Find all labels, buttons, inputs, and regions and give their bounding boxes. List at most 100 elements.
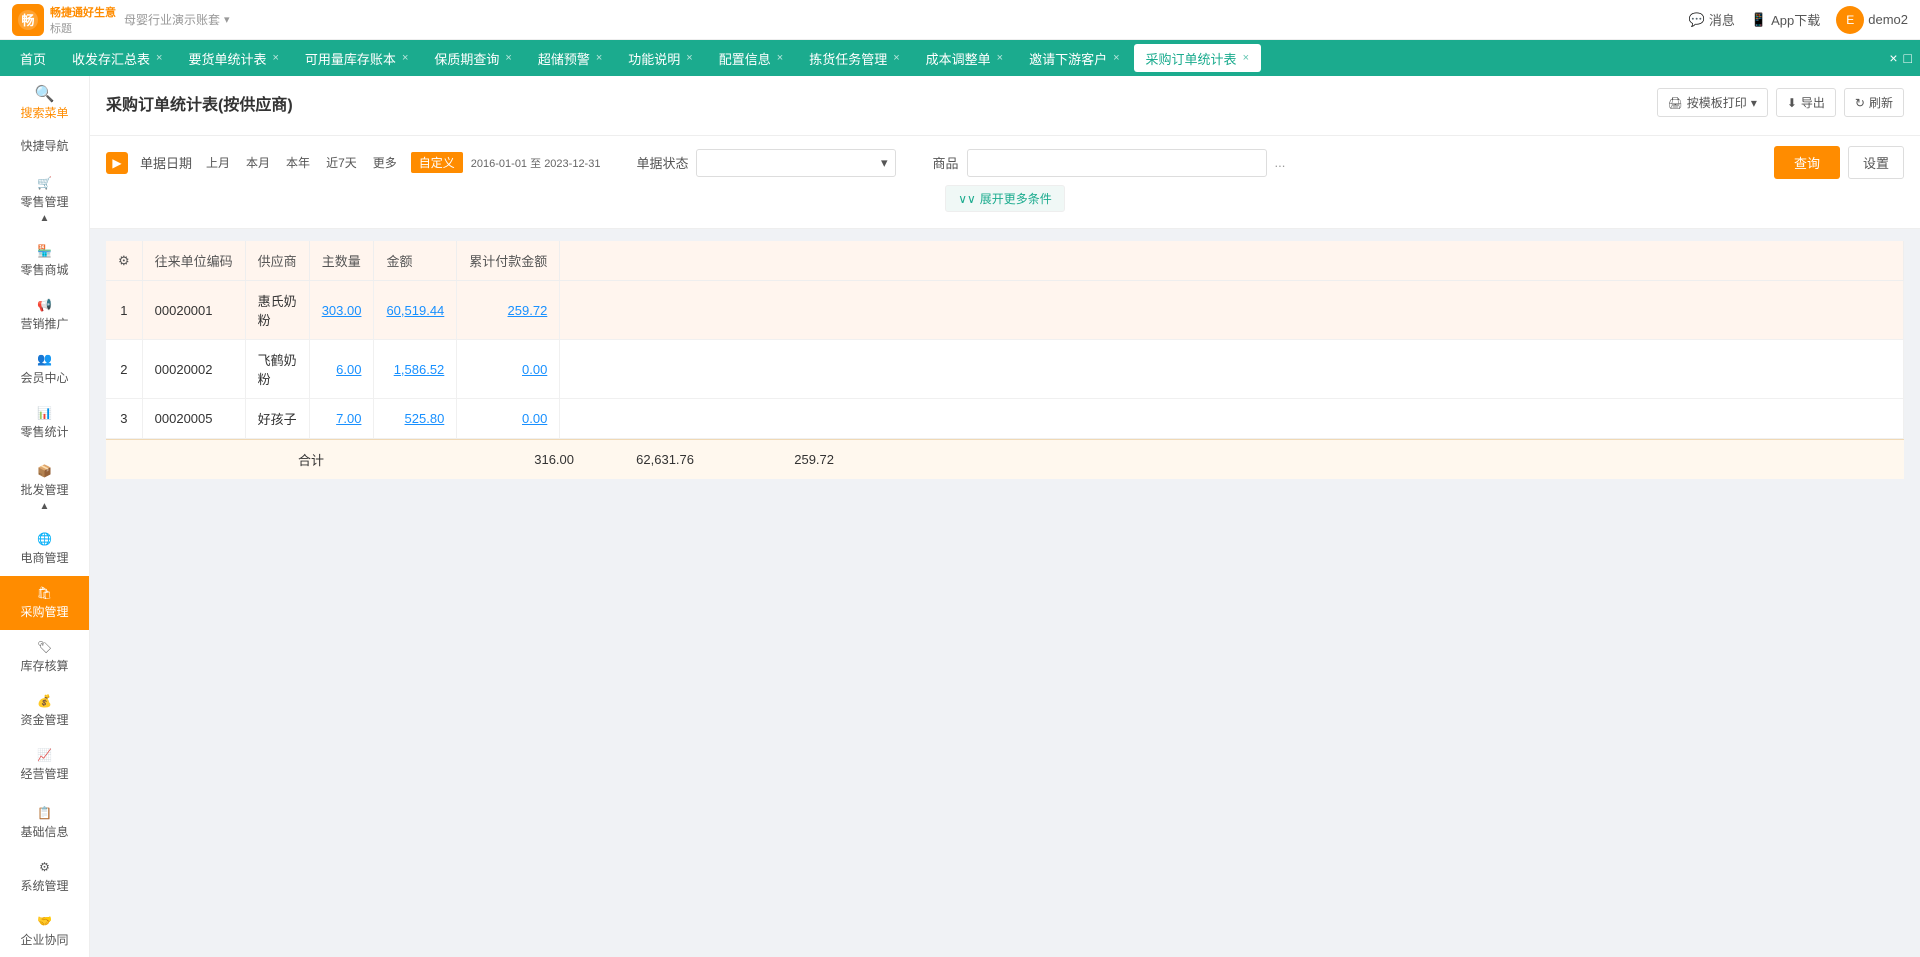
sidebar-item-ops-mgmt[interactable]: 📈 经营管理 xyxy=(0,738,89,792)
close-all-tabs-button[interactable]: × xyxy=(1889,50,1897,66)
close-tab-function-desc[interactable]: × xyxy=(686,52,692,64)
top-bar-right: 💬 消息 📱 App下载 E demo2 xyxy=(1689,6,1908,34)
content-area: 采购订单统计表(按供应商) 🖨 按模板打印 ▾ ⬇ 导出 ↻ 刷新 xyxy=(90,76,1920,957)
sidebar-item-inventory-check[interactable]: 🏷 库存核算 xyxy=(0,630,89,684)
sidebar-item-retail-mgmt[interactable]: 🛒 零售管理 ▲ xyxy=(0,166,89,234)
close-tab-purchase-summary[interactable]: × xyxy=(1243,52,1249,64)
filter-date-group: 单据日期 上月 本月 本年 近7天 更多 自定义 xyxy=(140,152,463,173)
col-settings[interactable]: ⚙ xyxy=(106,241,142,281)
data-table: ⚙ 往来单位编码 供应商 主数量 金额 累计付款金额 1 00020001 惠氏… xyxy=(106,241,1904,439)
filter-row-1: ▶ 单据日期 上月 本月 本年 近7天 更多 自定义 2016-01-01 xyxy=(106,146,1904,179)
sidebar-item-wholesale-mgmt[interactable]: 📦 批发管理 ▲ xyxy=(0,454,89,522)
table-footer: 合计 316.00 62,631.76 259.72 xyxy=(106,439,1904,479)
row-amount-2: 525.80 xyxy=(374,399,457,439)
col-supplier: 供应商 xyxy=(245,241,309,281)
status-select[interactable]: ▾ xyxy=(696,149,896,177)
expand-icon: ∨∨ xyxy=(958,192,976,206)
close-tab-cost-adjust[interactable]: × xyxy=(997,52,1003,64)
close-tab-config-info[interactable]: × xyxy=(777,52,783,64)
this-month-shortcut[interactable]: 本月 xyxy=(240,152,276,173)
more-filters-icon[interactable]: ... xyxy=(1275,155,1286,170)
tab-order-summary[interactable]: 要货单统计表 × xyxy=(176,44,290,72)
row-index-1: 2 xyxy=(106,340,142,399)
close-tab-order-summary[interactable]: × xyxy=(272,52,278,64)
sidebar-item-marketing[interactable]: 📢 营销推广 xyxy=(0,288,89,342)
filter-area: ▶ 单据日期 上月 本月 本年 近7天 更多 自定义 2016-01-01 xyxy=(90,136,1920,229)
tab-receive-summary[interactable]: 收发存汇总表 × xyxy=(60,44,174,72)
refresh-button[interactable]: ↻ 刷新 xyxy=(1844,88,1904,117)
row-amount-1: 1,586.52 xyxy=(374,340,457,399)
template-print-button[interactable]: 🖨 按模板打印 ▾ xyxy=(1657,88,1768,117)
sidebar-item-sys-mgmt[interactable]: ⚙ 系统管理 xyxy=(0,850,89,904)
page-actions: 🖨 按模板打印 ▾ ⬇ 导出 ↻ 刷新 xyxy=(1657,88,1904,117)
row-code-0: 00020001 xyxy=(142,281,245,340)
footer-paid: 259.72 xyxy=(794,452,834,467)
search-button[interactable]: 查询 xyxy=(1774,146,1840,179)
row-quantity-1: 6.00 xyxy=(309,340,374,399)
row-index-2: 3 xyxy=(106,399,142,439)
tab-function-desc[interactable]: 功能说明 × xyxy=(616,44,704,72)
sidebar-item-purchase-mgmt[interactable]: 🛍 采购管理 xyxy=(0,576,89,630)
sidebar-item-retail-store[interactable]: 🏪 零售商城 xyxy=(0,234,89,288)
table-row: 2 00020002 飞鹤奶粉 6.00 1,586.52 0.00 xyxy=(106,340,1904,399)
row-quantity-0: 303.00 xyxy=(309,281,374,340)
filter-action-buttons: 查询 设置 xyxy=(1774,146,1904,179)
date-filter-label: 单据日期 xyxy=(140,153,192,172)
row-supplier-0: 惠氏奶粉 xyxy=(245,281,309,340)
sidebar-item-members[interactable]: 👥 会员中心 xyxy=(0,342,89,396)
message-icon: 💬 xyxy=(1689,12,1705,28)
close-tab-invite-client[interactable]: × xyxy=(1113,52,1119,64)
filter-settings-button[interactable]: 设置 xyxy=(1848,146,1904,179)
sidebar-item-search[interactable]: 🔍 搜索菜单 xyxy=(0,76,89,129)
breadcrumb-text: 母婴行业演示账套 xyxy=(124,11,220,28)
close-tab-receive-summary[interactable]: × xyxy=(156,52,162,64)
footer-label: 合计 xyxy=(298,453,324,468)
close-tab-over-stock[interactable]: × xyxy=(596,52,602,64)
tab-config-info[interactable]: 配置信息 × xyxy=(707,44,795,72)
last-7-days-shortcut[interactable]: 近7天 xyxy=(320,152,363,173)
user-profile[interactable]: E demo2 xyxy=(1836,6,1908,34)
logo-text: 畅捷通好生意 标题 xyxy=(50,4,116,36)
custom-date-badge[interactable]: 自定义 xyxy=(411,152,463,173)
tab-invite-client[interactable]: 邀请下游客户 × xyxy=(1017,44,1131,72)
status-filter-label: 单据状态 xyxy=(636,153,688,172)
breadcrumb[interactable]: 母婴行业演示账套 ▾ xyxy=(124,11,230,28)
tab-purchase-summary[interactable]: 采购订单统计表 × xyxy=(1134,44,1261,72)
filter-toggle-button[interactable]: ▶ xyxy=(106,152,128,174)
sidebar-item-basic-info[interactable]: 📋 基础信息 xyxy=(0,796,89,850)
tab-available-stock[interactable]: 可用量库存账本 × xyxy=(293,44,420,72)
message-button[interactable]: 💬 消息 xyxy=(1689,10,1735,29)
sidebar-item-retail-stats[interactable]: 📊 零售统计 xyxy=(0,396,89,450)
sidebar-item-shortcut[interactable]: 快捷导航 xyxy=(0,129,89,162)
close-tab-shelf-life[interactable]: × xyxy=(505,52,511,64)
expand-more-button[interactable]: ∨∨ 展开更多条件 xyxy=(945,185,1065,212)
filter-date-display: 2016-01-01 至 2023-12-31 xyxy=(471,155,601,171)
this-year-shortcut[interactable]: 本年 xyxy=(280,152,316,173)
tab-pick-task[interactable]: 拣货任务管理 × xyxy=(797,44,911,72)
footer-quantity: 316.00 xyxy=(534,452,574,467)
sidebar-item-ecommerce[interactable]: 🌐 电商管理 xyxy=(0,522,89,576)
last-month-shortcut[interactable]: 上月 xyxy=(200,152,236,173)
app-download-button[interactable]: 📱 App下载 xyxy=(1751,10,1820,29)
tab-over-stock[interactable]: 超储预警 × xyxy=(526,44,614,72)
sidebar-item-finance-mgmt[interactable]: 💰 资金管理 xyxy=(0,684,89,738)
more-dates-shortcut[interactable]: 更多 xyxy=(367,152,403,173)
tab-cost-adjust[interactable]: 成本调整单 × xyxy=(914,44,1015,72)
row-code-1: 00020002 xyxy=(142,340,245,399)
col-quantity: 主数量 xyxy=(309,241,374,281)
close-tab-pick-task[interactable]: × xyxy=(893,52,899,64)
date-range-display: 2016-01-01 至 2023-12-31 xyxy=(471,155,601,171)
export-button[interactable]: ⬇ 导出 xyxy=(1776,88,1836,117)
goods-search-input[interactable] xyxy=(967,149,1267,177)
expand-more-filters: ∨∨ 展开更多条件 xyxy=(106,179,1904,218)
col-extra xyxy=(560,241,1904,281)
close-tab-available-stock[interactable]: × xyxy=(402,52,408,64)
avatar: E xyxy=(1836,6,1864,34)
chevron-down-icon: ▾ xyxy=(1751,96,1757,110)
row-amount-0: 60,519.44 xyxy=(374,281,457,340)
row-supplier-1: 飞鹤奶粉 xyxy=(245,340,309,399)
sidebar-item-enterprise-collab[interactable]: 🤝 企业协同 xyxy=(0,904,89,957)
maximize-button[interactable]: □ xyxy=(1904,50,1912,66)
tab-shelf-life[interactable]: 保质期查询 × xyxy=(422,44,523,72)
tab-home[interactable]: 首页 xyxy=(8,44,58,72)
